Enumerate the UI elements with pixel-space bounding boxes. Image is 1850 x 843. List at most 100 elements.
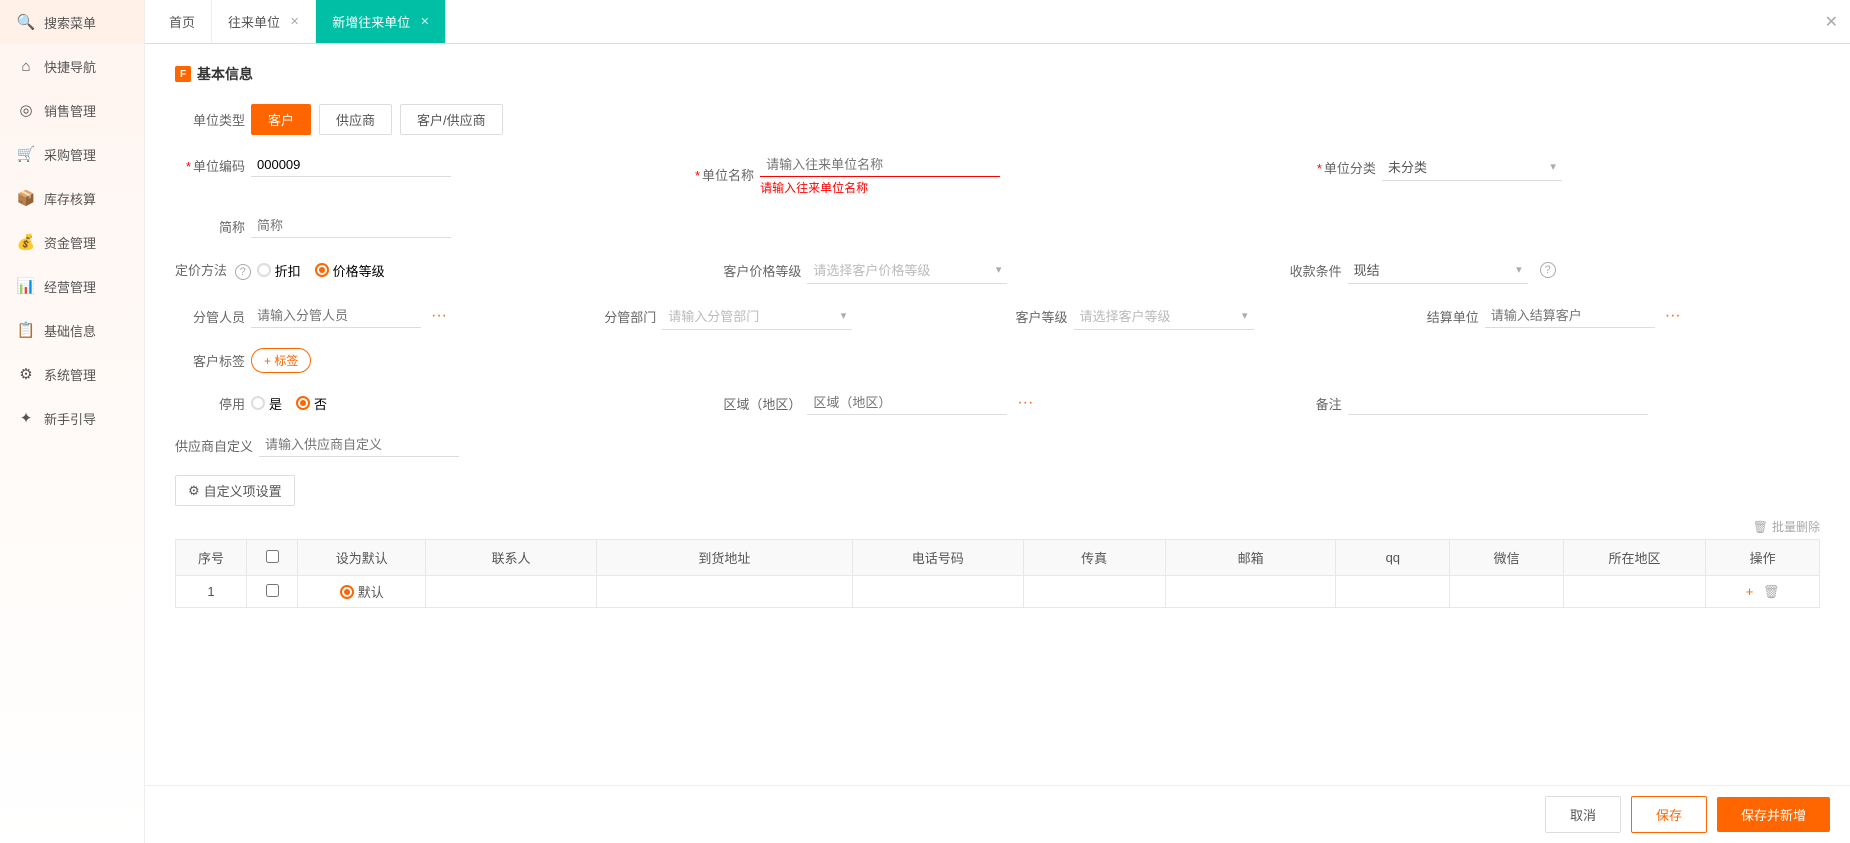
col-wechat: 微信 — [1450, 540, 1564, 576]
unit-category-label: *单位分类 — [1306, 158, 1376, 177]
tab-new-partner-close[interactable]: ✕ — [420, 15, 429, 28]
sidebar-item-sales[interactable]: ◎ 销售管理 — [0, 88, 144, 132]
supplier-custom-field: 供应商自定义 — [175, 433, 1820, 457]
col-contact: 联系人 — [426, 540, 597, 576]
payment-terms-select[interactable]: 现结 ▾ — [1348, 256, 1528, 284]
col-index: 序号 — [176, 540, 247, 576]
batch-delete-label[interactable]: 批量删除 — [1772, 518, 1820, 535]
pricing-radio-price-level[interactable]: 价格等级 — [315, 261, 385, 280]
area-input[interactable] — [807, 391, 1007, 415]
close-all-tabs-icon[interactable]: ✕ — [1825, 12, 1838, 32]
area-more-btn[interactable]: ··· — [1013, 394, 1037, 412]
custom-settings-button[interactable]: ⚙ 自定义项设置 — [175, 475, 295, 506]
customer-level-select[interactable]: 请选择客户等级 ▾ — [1074, 302, 1254, 330]
customer-price-level-select[interactable]: 请选择客户价格等级 ▾ — [807, 256, 1007, 284]
sidebar-item-search[interactable]: 🔍 搜索菜单 — [0, 0, 144, 44]
department-label: 分管部门 — [586, 307, 656, 326]
disabled-no-circle — [296, 396, 310, 410]
sidebar-item-operations[interactable]: 📊 经营管理 — [0, 264, 144, 308]
supplier-custom-row: 供应商自定义 — [175, 433, 1820, 457]
sidebar-item-guide[interactable]: ✦ 新手引导 — [0, 396, 144, 440]
section-title-text: 基本信息 — [197, 64, 253, 84]
section-title-icon: F — [175, 66, 191, 82]
pricing-method-field: 定价方法 ? 折扣 价格等级 — [175, 260, 723, 280]
col-action: 操作 — [1706, 540, 1820, 576]
unit-btn-supplier[interactable]: 供应商 — [319, 104, 392, 135]
category-chevron-icon: ▾ — [1550, 160, 1556, 173]
save-new-button[interactable]: 保存并新增 — [1717, 797, 1830, 832]
row-region[interactable] — [1563, 576, 1705, 608]
row-checkbox[interactable] — [266, 584, 279, 597]
pricing-method-label: 定价方法 ? — [175, 260, 251, 280]
unit-name-input[interactable] — [760, 153, 1000, 177]
row-qq[interactable] — [1336, 576, 1450, 608]
row-delete-icon[interactable]: 🗑 — [1763, 584, 1780, 599]
department-select[interactable]: 请输入分管部门 ▾ — [662, 302, 852, 330]
pricing-radio-discount[interactable]: 折扣 — [257, 261, 301, 280]
save-button[interactable]: 保存 — [1631, 796, 1707, 833]
unit-name-label: *单位名称 — [689, 165, 754, 184]
unit-btn-both[interactable]: 客户/供应商 — [400, 104, 503, 135]
supplier-custom-input[interactable] — [259, 433, 459, 457]
tab-new-partner[interactable]: 新增往来单位 ✕ — [316, 0, 446, 43]
row-default-circle — [340, 585, 354, 599]
disabled-yes-label: 是 — [269, 394, 282, 413]
pricing-help-icon[interactable]: ? — [235, 264, 251, 280]
sidebar-label-sales: 销售管理 — [44, 101, 96, 120]
cancel-button[interactable]: 取消 — [1545, 796, 1621, 833]
customer-price-level-placeholder: 请选择客户价格等级 — [813, 260, 930, 279]
sidebar-item-finance[interactable]: 💰 资金管理 — [0, 220, 144, 264]
row-address[interactable] — [596, 576, 852, 608]
row-contact[interactable] — [426, 576, 597, 608]
unit-name-error: 请输入往来单位名称 — [760, 179, 1000, 196]
settlement-unit-input[interactable] — [1485, 304, 1655, 328]
row-add-icon[interactable]: + — [1746, 584, 1754, 599]
select-all-checkbox[interactable] — [266, 550, 279, 563]
row-phone[interactable] — [852, 576, 1023, 608]
payment-terms-value: 现结 — [1354, 260, 1380, 279]
settlement-more-btn[interactable]: ··· — [1661, 307, 1685, 325]
settlement-unit-field: 结算单位 ··· — [1409, 304, 1820, 328]
tab-home[interactable]: 首页 — [153, 0, 212, 43]
sidebar-item-quick-nav[interactable]: ⌂ 快捷导航 — [0, 44, 144, 88]
sidebar-item-purchase[interactable]: 🛒 采购管理 — [0, 132, 144, 176]
row-wechat[interactable] — [1450, 576, 1564, 608]
disabled-no-radio[interactable]: 否 — [296, 394, 327, 413]
unit-category-select[interactable]: 未分类 ▾ — [1382, 153, 1562, 181]
tabbar: 首页 往来单位 ✕ 新增往来单位 ✕ ✕ — [145, 0, 1850, 44]
disabled-yes-radio[interactable]: 是 — [251, 394, 282, 413]
sidebar-label-finance: 资金管理 — [44, 233, 96, 252]
sidebar-item-system[interactable]: ⚙ 系统管理 — [0, 352, 144, 396]
add-tag-button[interactable]: + 标签 — [251, 348, 311, 373]
unit-btn-customer[interactable]: 客户 — [251, 104, 311, 135]
manager-input[interactable] — [251, 304, 421, 328]
payment-help-icon[interactable]: ? — [1540, 262, 1556, 278]
remark-input[interactable] — [1348, 391, 1648, 415]
unit-type-field: 单位类型 客户 供应商 客户/供应商 — [175, 104, 1820, 135]
sidebar-item-inventory[interactable]: 📦 库存核算 — [0, 176, 144, 220]
col-address: 到货地址 — [596, 540, 852, 576]
unit-type-row: 单位类型 客户 供应商 客户/供应商 — [175, 104, 1820, 135]
unit-code-input[interactable] — [251, 153, 451, 177]
operations-icon: 📊 — [16, 276, 36, 296]
sidebar-item-basic-info[interactable]: 📋 基础信息 — [0, 308, 144, 352]
customer-price-level-field: 客户价格等级 请选择客户价格等级 ▾ — [723, 256, 1271, 284]
department-field: 分管部门 请输入分管部门 ▾ — [586, 302, 997, 330]
department-placeholder: 请输入分管部门 — [668, 306, 759, 325]
customer-tag-label: 客户标签 — [175, 351, 245, 370]
tab-new-partner-label: 新增往来单位 — [332, 12, 410, 31]
row-default-radio[interactable]: 默认 — [308, 582, 415, 601]
row-default-cell: 默认 — [298, 576, 426, 608]
col-default: 设为默认 — [298, 540, 426, 576]
unit-code-field: *单位编码 — [175, 153, 689, 177]
form-footer: 取消 保存 保存并新增 — [145, 785, 1850, 843]
customer-price-level-label: 客户价格等级 — [723, 261, 801, 280]
tab-partner[interactable]: 往来单位 ✕ — [212, 0, 316, 43]
pricing-row: 定价方法 ? 折扣 价格等级 客户价格等级 请选择客户价 — [175, 256, 1820, 284]
row-fax[interactable] — [1023, 576, 1165, 608]
tab-partner-close[interactable]: ✕ — [290, 15, 299, 28]
manager-label: 分管人员 — [175, 307, 245, 326]
row-email[interactable] — [1165, 576, 1336, 608]
short-name-input[interactable] — [251, 214, 451, 238]
manager-more-btn[interactable]: ··· — [427, 307, 451, 325]
